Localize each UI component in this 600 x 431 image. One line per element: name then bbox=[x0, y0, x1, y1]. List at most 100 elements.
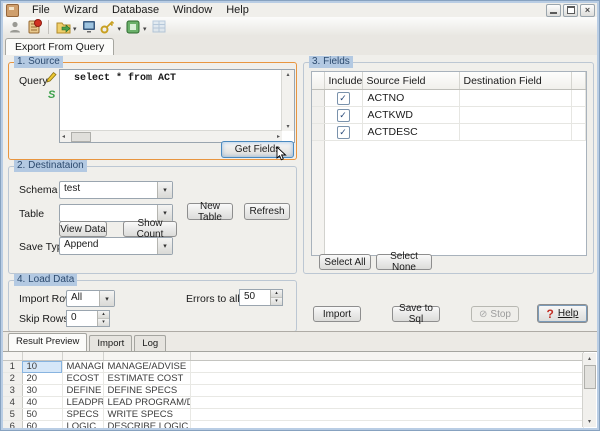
import-button[interactable]: Import bbox=[313, 306, 361, 322]
data-cell[interactable]: DEFINE SPECS bbox=[103, 385, 190, 397]
preview-row: 440LEADPRLEAD PROGRAM/DESIGN bbox=[3, 397, 584, 409]
data-cell[interactable]: MANAGE bbox=[62, 361, 103, 373]
destination-field-cell[interactable] bbox=[459, 90, 571, 107]
row-selector[interactable] bbox=[312, 124, 324, 141]
errors-value: 50 bbox=[240, 290, 270, 305]
errors-to-allow-spinner[interactable]: 50 ▴▾ bbox=[239, 289, 283, 306]
chevron-down-icon[interactable]: ▾ bbox=[99, 291, 114, 306]
green-tool-icon[interactable] bbox=[125, 19, 141, 35]
help-button[interactable]: ?Help bbox=[537, 304, 588, 323]
data-cell[interactable]: LOGIC bbox=[62, 421, 103, 429]
export-data-icon[interactable] bbox=[55, 19, 71, 35]
scroll-right-icon[interactable]: ▸ bbox=[277, 133, 280, 140]
data-cell[interactable]: ESTIMATE COST bbox=[103, 373, 190, 385]
row-selector[interactable] bbox=[312, 107, 324, 124]
new-table-button[interactable]: New Table bbox=[187, 203, 233, 220]
preview-vertical-scrollbar[interactable]: ▴ ▾ bbox=[582, 353, 596, 427]
query-window-icon[interactable] bbox=[81, 19, 97, 35]
source-field-cell[interactable]: ACTDESC bbox=[362, 124, 459, 141]
data-cell[interactable]: 40 bbox=[22, 397, 62, 409]
spin-up-icon[interactable]: ▴ bbox=[98, 311, 109, 319]
row-number-cell[interactable]: 2 bbox=[3, 373, 22, 385]
restore-button[interactable] bbox=[563, 4, 578, 17]
spin-down-icon[interactable]: ▾ bbox=[271, 298, 282, 305]
preview-row: 660LOGICDESCRIBE LOGIC bbox=[3, 421, 584, 429]
skip-rows-spinner[interactable]: 0 ▴▾ bbox=[66, 310, 110, 327]
row-number-cell[interactable]: 1 bbox=[3, 361, 22, 373]
destination-field-cell[interactable] bbox=[459, 124, 571, 141]
select-none-button[interactable]: Select None bbox=[376, 254, 432, 270]
save-to-sql-button[interactable]: Save to Sql bbox=[392, 306, 440, 322]
preview-tab-result-preview[interactable]: Result Preview bbox=[8, 333, 87, 351]
scroll-down-icon[interactable]: ▾ bbox=[583, 418, 596, 425]
menu-file[interactable]: File bbox=[25, 3, 57, 17]
row-number-cell[interactable]: 6 bbox=[3, 421, 22, 429]
data-cell[interactable]: 60 bbox=[22, 421, 62, 429]
data-cell[interactable]: 20 bbox=[22, 373, 62, 385]
include-checkbox[interactable]: ✓ bbox=[337, 92, 350, 105]
sql-script-icon[interactable]: S bbox=[48, 89, 55, 101]
restore-icon bbox=[567, 6, 575, 14]
data-cell[interactable]: WRITE SPECS bbox=[103, 409, 190, 421]
minimize-button[interactable] bbox=[546, 4, 561, 17]
source-section-title: 1. Source bbox=[14, 56, 63, 68]
select-all-button[interactable]: Select All bbox=[319, 254, 371, 270]
row-number-cell[interactable]: 5 bbox=[3, 409, 22, 421]
notes-alert-icon[interactable] bbox=[26, 19, 42, 35]
menu-window[interactable]: Window bbox=[166, 3, 219, 17]
spin-up-icon[interactable]: ▴ bbox=[271, 290, 282, 298]
scroll-up-icon[interactable]: ▴ bbox=[282, 71, 294, 78]
chevron-down-icon[interactable]: ▾ bbox=[157, 238, 172, 254]
data-cell[interactable]: 30 bbox=[22, 385, 62, 397]
data-cell[interactable]: MANAGE/ADVISE bbox=[103, 361, 190, 373]
destination-section-title: 2. Destinataion bbox=[14, 160, 87, 172]
destination-section: 2. Destinataion Schema test ▾ Table ▾ Ne… bbox=[8, 166, 297, 274]
scrollbar-thumb[interactable] bbox=[584, 365, 596, 389]
user-icon[interactable] bbox=[7, 19, 23, 35]
source-field-cell[interactable]: ACTKWD bbox=[362, 107, 459, 124]
row-number-cell[interactable]: 3 bbox=[3, 385, 22, 397]
show-count-button[interactable]: Show Count bbox=[123, 221, 177, 237]
close-button[interactable]: × bbox=[580, 4, 595, 17]
source-field-cell[interactable]: ACTNO bbox=[362, 90, 459, 107]
import-rows-select[interactable]: All ▾ bbox=[66, 290, 115, 307]
data-cell[interactable]: 50 bbox=[22, 409, 62, 421]
edit-query-icon[interactable] bbox=[45, 71, 57, 89]
data-cell[interactable]: ECOST bbox=[62, 373, 103, 385]
row-number-cell[interactable]: 4 bbox=[3, 397, 22, 409]
spin-down-icon[interactable]: ▾ bbox=[98, 319, 109, 326]
scroll-left-icon[interactable]: ◂ bbox=[62, 133, 65, 140]
preview-tab-log[interactable]: Log bbox=[134, 335, 166, 351]
data-cell[interactable]: 10 bbox=[22, 361, 62, 373]
menu-database[interactable]: Database bbox=[105, 3, 166, 17]
key-dropdown-icon[interactable]: ▾ bbox=[118, 25, 122, 33]
include-checkbox[interactable]: ✓ bbox=[337, 126, 350, 139]
data-cell[interactable]: DEFINE bbox=[62, 385, 103, 397]
data-cell[interactable]: DESCRIBE LOGIC bbox=[103, 421, 190, 429]
tab-export-from-query[interactable]: Export From Query bbox=[5, 38, 114, 55]
menu-help[interactable]: Help bbox=[219, 3, 256, 17]
preview-row: 220ECOSTESTIMATE COST bbox=[3, 373, 584, 385]
scroll-up-icon[interactable]: ▴ bbox=[583, 355, 596, 362]
query-vertical-scrollbar[interactable]: ▴ ▾ bbox=[281, 70, 294, 131]
scroll-down-icon[interactable]: ▾ bbox=[282, 123, 294, 130]
data-cell[interactable]: LEADPR bbox=[62, 397, 103, 409]
save-type-select[interactable]: Append ▾ bbox=[59, 237, 173, 255]
data-cell[interactable]: SPECS bbox=[62, 409, 103, 421]
view-data-button[interactable]: View Data bbox=[59, 221, 107, 237]
include-checkbox[interactable]: ✓ bbox=[337, 109, 350, 122]
fields-grid: IncludeSource FieldDestination Field ✓AC… bbox=[311, 71, 587, 256]
export-dropdown-icon[interactable]: ▾ bbox=[73, 25, 77, 33]
schema-select[interactable]: test ▾ bbox=[59, 181, 173, 199]
chevron-down-icon[interactable]: ▾ bbox=[157, 182, 172, 198]
refresh-button[interactable]: Refresh bbox=[244, 203, 290, 220]
data-cell[interactable]: LEAD PROGRAM/DESIGN bbox=[103, 397, 190, 409]
query-textarea[interactable]: select * from ACT ▴ ▾ ◂ ▸ bbox=[59, 69, 295, 143]
preview-tab-import[interactable]: Import bbox=[89, 335, 132, 351]
scrollbar-thumb[interactable] bbox=[71, 132, 91, 142]
key-icon[interactable] bbox=[100, 19, 116, 35]
green-tool-dropdown-icon[interactable]: ▾ bbox=[143, 25, 147, 33]
destination-field-cell[interactable] bbox=[459, 107, 571, 124]
menu-wizard[interactable]: Wizard bbox=[57, 3, 105, 17]
row-selector[interactable] bbox=[312, 90, 324, 107]
